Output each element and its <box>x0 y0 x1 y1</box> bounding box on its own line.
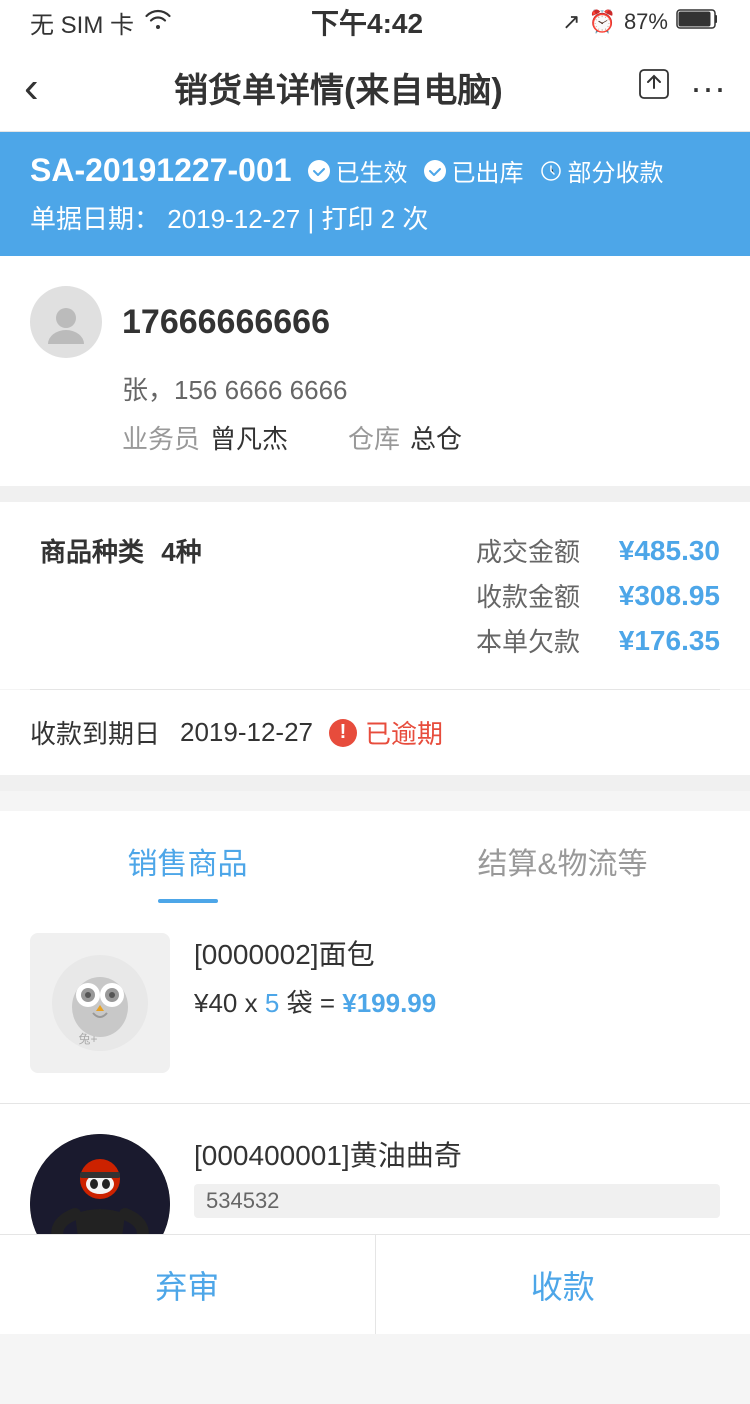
product-image-1: 兔+ <box>30 933 170 1073</box>
overdue-text: 已逾期 <box>365 714 443 751</box>
status-bar-right: ↗ ⏰ 87% <box>562 8 720 36</box>
header-banner: SA-20191227-001 已生效 已出库 <box>0 132 750 256</box>
deal-amount-label: 成交金额 <box>476 532 580 569</box>
nav-bar-left: ‹ <box>24 63 39 113</box>
avatar <box>30 286 102 358</box>
customer-id: 17666666666 <box>122 303 330 342</box>
customer-section: 17666666666 张，156 6666 6666 业务员 曾凡杰 仓库 总… <box>0 256 750 486</box>
divider-1 <box>0 486 750 502</box>
salesperson-info: 业务员 曾凡杰 <box>122 419 288 456</box>
battery-label: 87% <box>624 9 668 35</box>
stats-left: 商品种类 4种 <box>30 532 202 569</box>
debt-amount-value: ¥176.35 <box>600 625 720 657</box>
tab-settlement-logistics[interactable]: 结算&物流等 <box>375 811 750 903</box>
clock-icon <box>540 160 562 182</box>
product-name-2: [000400001]黄油曲奇 <box>194 1134 720 1174</box>
more-button[interactable]: ··· <box>690 67 726 109</box>
tab-sales-products[interactable]: 销售商品 <box>0 811 375 903</box>
warehouse-info: 仓库 总仓 <box>348 419 462 456</box>
divider-2 <box>0 775 750 791</box>
product-total-1: ¥199.99 <box>342 988 436 1018</box>
stats-right: 成交金额 ¥485.30 收款金额 ¥308.95 本单欠款 ¥176.35 <box>476 532 720 659</box>
bottom-bar: 弃审 收款 <box>0 1234 750 1334</box>
overdue-badge: ! 已逾期 <box>329 714 443 751</box>
status-bar-left: 无 SIM 卡 <box>30 5 172 40</box>
warehouse-label: 仓库 <box>348 419 400 456</box>
location-icon: ↗ <box>562 9 580 35</box>
svg-text:兔+: 兔+ <box>78 1031 97 1046</box>
header-date: 单据日期： 2019-12-27 | 打印 2 次 <box>30 199 720 236</box>
received-amount-label: 收款金额 <box>476 577 580 614</box>
customer-meta: 业务员 曾凡杰 仓库 总仓 <box>30 419 720 456</box>
list-item: 兔+ [0000002]面包 ¥40 x 5 袋 = ¥199.99 <box>0 903 750 1103</box>
check-icon-2 <box>424 160 446 182</box>
page-title: 销货单详情(来自电脑) <box>174 63 503 112</box>
product-info-1: [0000002]面包 ¥40 x 5 袋 = ¥199.99 <box>194 933 720 1020</box>
received-amount-value: ¥308.95 <box>600 580 720 612</box>
alarm-icon: ⏰ <box>589 9 616 35</box>
product-price-1: ¥40 x 5 袋 = ¥199.99 <box>194 983 720 1020</box>
product-sku-2: 534532 <box>194 1184 720 1218</box>
product-types-stat: 商品种类 4种 <box>30 532 202 569</box>
product-qty-1: 5 <box>265 988 279 1018</box>
header-banner-top: SA-20191227-001 已生效 已出库 <box>30 152 720 189</box>
badge-shipped: 已出库 <box>424 153 524 188</box>
order-id: SA-20191227-001 <box>30 152 292 189</box>
tabs: 销售商品 结算&物流等 <box>0 811 750 903</box>
stats-section: 商品种类 4种 成交金额 ¥485.30 收款金额 ¥308.95 本单欠款 ¥… <box>0 502 750 689</box>
nav-bar: ‹ 销货单详情(来自电脑) ··· <box>0 44 750 132</box>
status-bar: 无 SIM 卡 下午4:42 ↗ ⏰ 87% <box>0 0 750 44</box>
collect-payment-button[interactable]: 收款 <box>376 1235 750 1334</box>
received-amount-row: 收款金额 ¥308.95 <box>476 577 720 614</box>
back-button[interactable]: ‹ <box>24 63 39 113</box>
wifi-icon <box>144 8 172 36</box>
share-button[interactable] <box>638 68 670 108</box>
salesperson-label: 业务员 <box>122 419 200 456</box>
due-section: 收款到期日 2019-12-27 ! 已逾期 <box>0 690 750 775</box>
battery-icon <box>676 8 720 36</box>
customer-row: 17666666666 <box>30 286 720 358</box>
deal-amount-row: 成交金额 ¥485.30 <box>476 532 720 569</box>
abandon-review-button[interactable]: 弃审 <box>0 1235 376 1334</box>
badge-partial-payment: 部分收款 <box>540 153 664 188</box>
deal-amount-value: ¥485.30 <box>600 535 720 567</box>
overdue-icon: ! <box>329 719 357 747</box>
due-date: 2019-12-27 <box>180 717 313 748</box>
customer-detail: 张，156 6666 6666 <box>30 370 720 407</box>
nav-bar-right: ··· <box>638 67 726 109</box>
warehouse-value: 总仓 <box>410 419 462 456</box>
debt-amount-row: 本单欠款 ¥176.35 <box>476 622 720 659</box>
time-display: 下午4:42 <box>311 2 423 42</box>
carrier-label: 无 SIM 卡 <box>30 5 134 40</box>
salesperson-value: 曾凡杰 <box>210 419 288 456</box>
due-label: 收款到期日 <box>30 714 160 751</box>
debt-amount-label: 本单欠款 <box>476 622 580 659</box>
product-name-1: [0000002]面包 <box>194 933 720 973</box>
check-icon-1 <box>308 160 330 182</box>
badge-effective: 已生效 <box>308 153 408 188</box>
